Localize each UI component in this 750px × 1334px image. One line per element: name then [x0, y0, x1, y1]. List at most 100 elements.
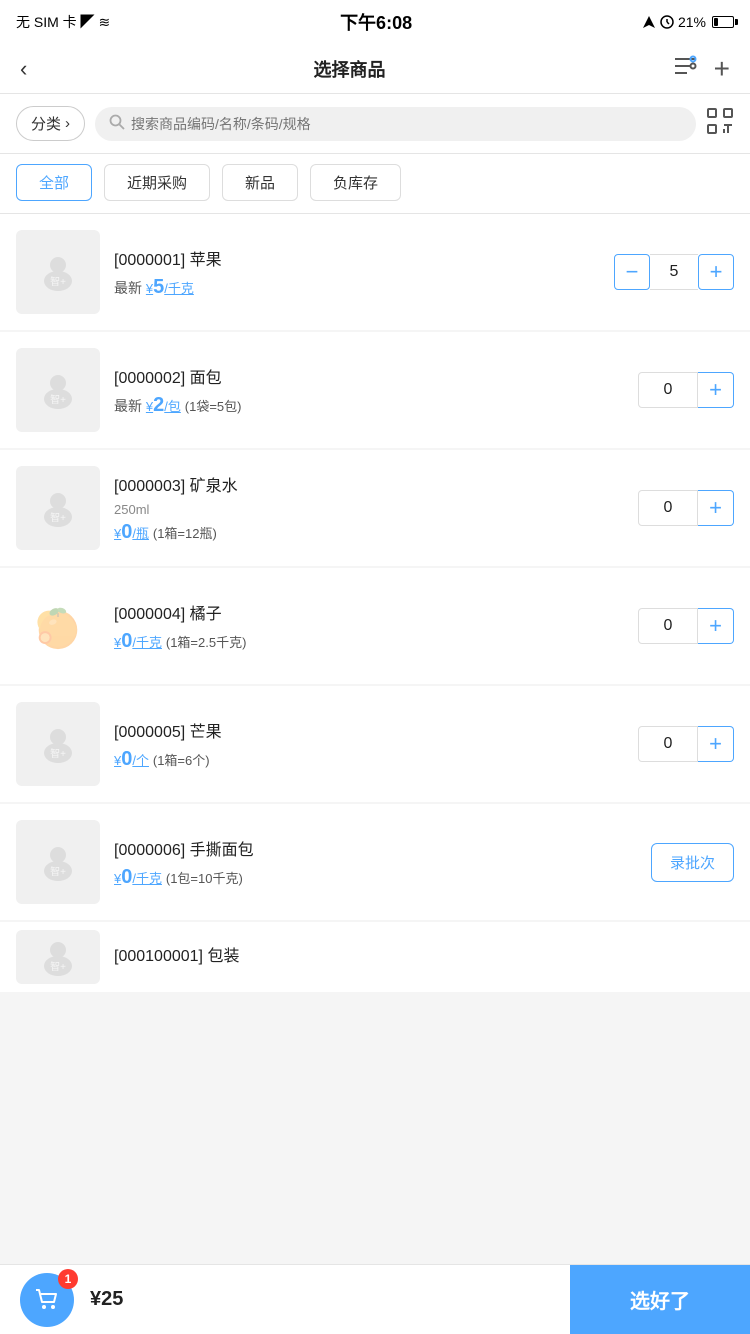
tab-new[interactable]: 新品: [222, 164, 298, 201]
location-icon: [642, 15, 656, 29]
search-area: 分类 ›: [0, 94, 750, 154]
product-name-0000003: [0000003] 矿泉水: [114, 472, 624, 496]
product-item-0000003: 智+ [0000003] 矿泉水 250ml ¥0/瓶 (1箱=12瓶) +: [0, 450, 750, 566]
qty-input-0000001[interactable]: [650, 254, 698, 290]
search-svg: [109, 114, 125, 130]
default-product-icon-3: 智+: [31, 481, 85, 535]
status-right: 21%: [642, 14, 734, 30]
default-product-icon-5: 智+: [31, 717, 85, 771]
category-chevron: ›: [65, 115, 70, 132]
qty-input-0000005[interactable]: [638, 726, 698, 762]
tab-negative[interactable]: 负库存: [310, 164, 401, 201]
product-price-0000005: ¥0/个 (1箱=6个): [114, 748, 624, 771]
filter-icon[interactable]: [672, 54, 698, 84]
product-info-0000006: [0000006] 手撕面包 ¥0/千克 (1包=10千克): [114, 836, 637, 889]
qty-plus-0000005[interactable]: +: [698, 726, 734, 762]
page-title: 选择商品: [313, 56, 385, 82]
battery-icon: [712, 16, 734, 28]
product-item-0000004: [0000004] 橘子 ¥0/千克 (1箱=2.5千克) +: [0, 568, 750, 684]
product-price-0000006: ¥0/千克 (1包=10千克): [114, 866, 637, 889]
qty-control-0000001: − +: [614, 254, 734, 290]
product-price-0000004: ¥0/千克 (1箱=2.5千克): [114, 630, 624, 653]
qty-input-0000004[interactable]: [638, 608, 698, 644]
product-info-0000005: [0000005] 芒果 ¥0/个 (1箱=6个): [114, 718, 624, 771]
category-button[interactable]: 分类 ›: [16, 106, 85, 141]
product-list: 智+ [0000001] 苹果 最新 ¥5/千克 − + 智+: [0, 214, 750, 992]
svg-text:智+: 智+: [50, 511, 66, 524]
nav-actions: +: [672, 53, 730, 85]
battery-fill: [714, 18, 718, 26]
qty-plus-0000004[interactable]: +: [698, 608, 734, 644]
product-name-0000002: [0000002] 面包: [114, 364, 624, 388]
product-image-0000006: 智+: [16, 820, 100, 904]
cart-svg: [33, 1286, 61, 1314]
scan-icon[interactable]: [706, 107, 734, 141]
cart-badge: 1: [58, 1269, 78, 1289]
batch-button-0000006[interactable]: 录批次: [651, 843, 734, 882]
product-name-partial: [000100001] 包装: [114, 942, 734, 966]
product-name-0000001: [0000001] 苹果: [114, 246, 600, 270]
orange-svg: [31, 599, 85, 653]
product-info-0000001: [0000001] 苹果 最新 ¥5/千克: [114, 246, 600, 299]
search-icon: [109, 114, 125, 134]
default-product-icon-6: 智+: [31, 835, 85, 889]
product-info-0000002: [0000002] 面包 最新 ¥2/包 (1袋=5包): [114, 364, 624, 417]
svg-text:智+: 智+: [50, 747, 66, 760]
product-price-0000001: 最新 ¥5/千克: [114, 276, 600, 299]
battery-pct: 21%: [678, 14, 706, 30]
product-spec-0000003: 250ml: [114, 502, 624, 517]
category-label: 分类: [31, 113, 61, 134]
product-info-0000003: [0000003] 矿泉水 250ml ¥0/瓶 (1箱=12瓶): [114, 472, 624, 544]
product-price-0000003: ¥0/瓶 (1箱=12瓶): [114, 521, 624, 544]
qty-plus-0000001[interactable]: +: [698, 254, 734, 290]
confirm-button[interactable]: 选好了: [570, 1265, 750, 1334]
search-input-wrap: [95, 107, 696, 141]
product-info-0000004: [0000004] 橘子 ¥0/千克 (1箱=2.5千克): [114, 600, 624, 653]
cart-total: ¥25: [90, 1288, 570, 1311]
product-image-0000005: 智+: [16, 702, 100, 786]
status-time: 下午6:08: [340, 9, 412, 35]
product-image-0000003: 智+: [16, 466, 100, 550]
cart-button[interactable]: 1: [20, 1273, 74, 1327]
product-price-0000002: 最新 ¥2/包 (1袋=5包): [114, 394, 624, 417]
filter-svg: [672, 54, 698, 78]
product-item-0000005: 智+ [0000005] 芒果 ¥0/个 (1箱=6个) +: [0, 686, 750, 802]
qty-plus-0000003[interactable]: +: [698, 490, 734, 526]
product-image-partial: 智+: [16, 930, 100, 984]
product-image-0000004: [16, 584, 100, 668]
search-input[interactable]: [131, 116, 682, 132]
product-name-0000005: [0000005] 芒果: [114, 718, 624, 742]
default-product-icon-2: 智+: [31, 363, 85, 417]
tab-all[interactable]: 全部: [16, 164, 92, 201]
qty-minus-0000001[interactable]: −: [614, 254, 650, 290]
qty-plus-0000002[interactable]: +: [698, 372, 734, 408]
scan-svg: [706, 107, 734, 135]
product-item-0000002: 智+ [0000002] 面包 最新 ¥2/包 (1袋=5包) +: [0, 332, 750, 448]
product-item-partial: 智+ [000100001] 包装: [0, 922, 750, 992]
alarm-icon: [660, 15, 674, 29]
back-button[interactable]: ‹: [20, 56, 27, 82]
qty-control-0000003: +: [638, 490, 734, 526]
default-product-icon: 智+: [31, 245, 85, 299]
product-image-0000001: 智+: [16, 230, 100, 314]
svg-text:智+: 智+: [50, 393, 66, 406]
qty-input-0000003[interactable]: [638, 490, 698, 526]
product-image-0000002: 智+: [16, 348, 100, 432]
qty-control-0000005: +: [638, 726, 734, 762]
tab-recent[interactable]: 近期采购: [104, 164, 210, 201]
product-item-0000001: 智+ [0000001] 苹果 最新 ¥5/千克 − +: [0, 214, 750, 330]
svg-text:智+: 智+: [50, 275, 66, 288]
product-name-0000004: [0000004] 橘子: [114, 600, 624, 624]
status-bar: 无 SIM 卡 ◤ ≋ 下午6:08 21%: [0, 0, 750, 44]
add-icon[interactable]: +: [714, 53, 730, 85]
qty-control-0000002: +: [638, 372, 734, 408]
bottom-bar: 1 ¥25 选好了: [0, 1264, 750, 1334]
status-left: 无 SIM 卡 ◤ ≋: [16, 12, 110, 32]
filter-tabs: 全部 近期采购 新品 负库存: [0, 154, 750, 214]
product-name-0000006: [0000006] 手撕面包: [114, 836, 637, 860]
qty-input-0000002[interactable]: [638, 372, 698, 408]
default-product-icon-7: 智+: [31, 930, 85, 984]
product-info-partial: [000100001] 包装: [114, 942, 734, 972]
svg-text:智+: 智+: [50, 960, 66, 973]
product-item-0000006: 智+ [0000006] 手撕面包 ¥0/千克 (1包=10千克) 录批次: [0, 804, 750, 920]
